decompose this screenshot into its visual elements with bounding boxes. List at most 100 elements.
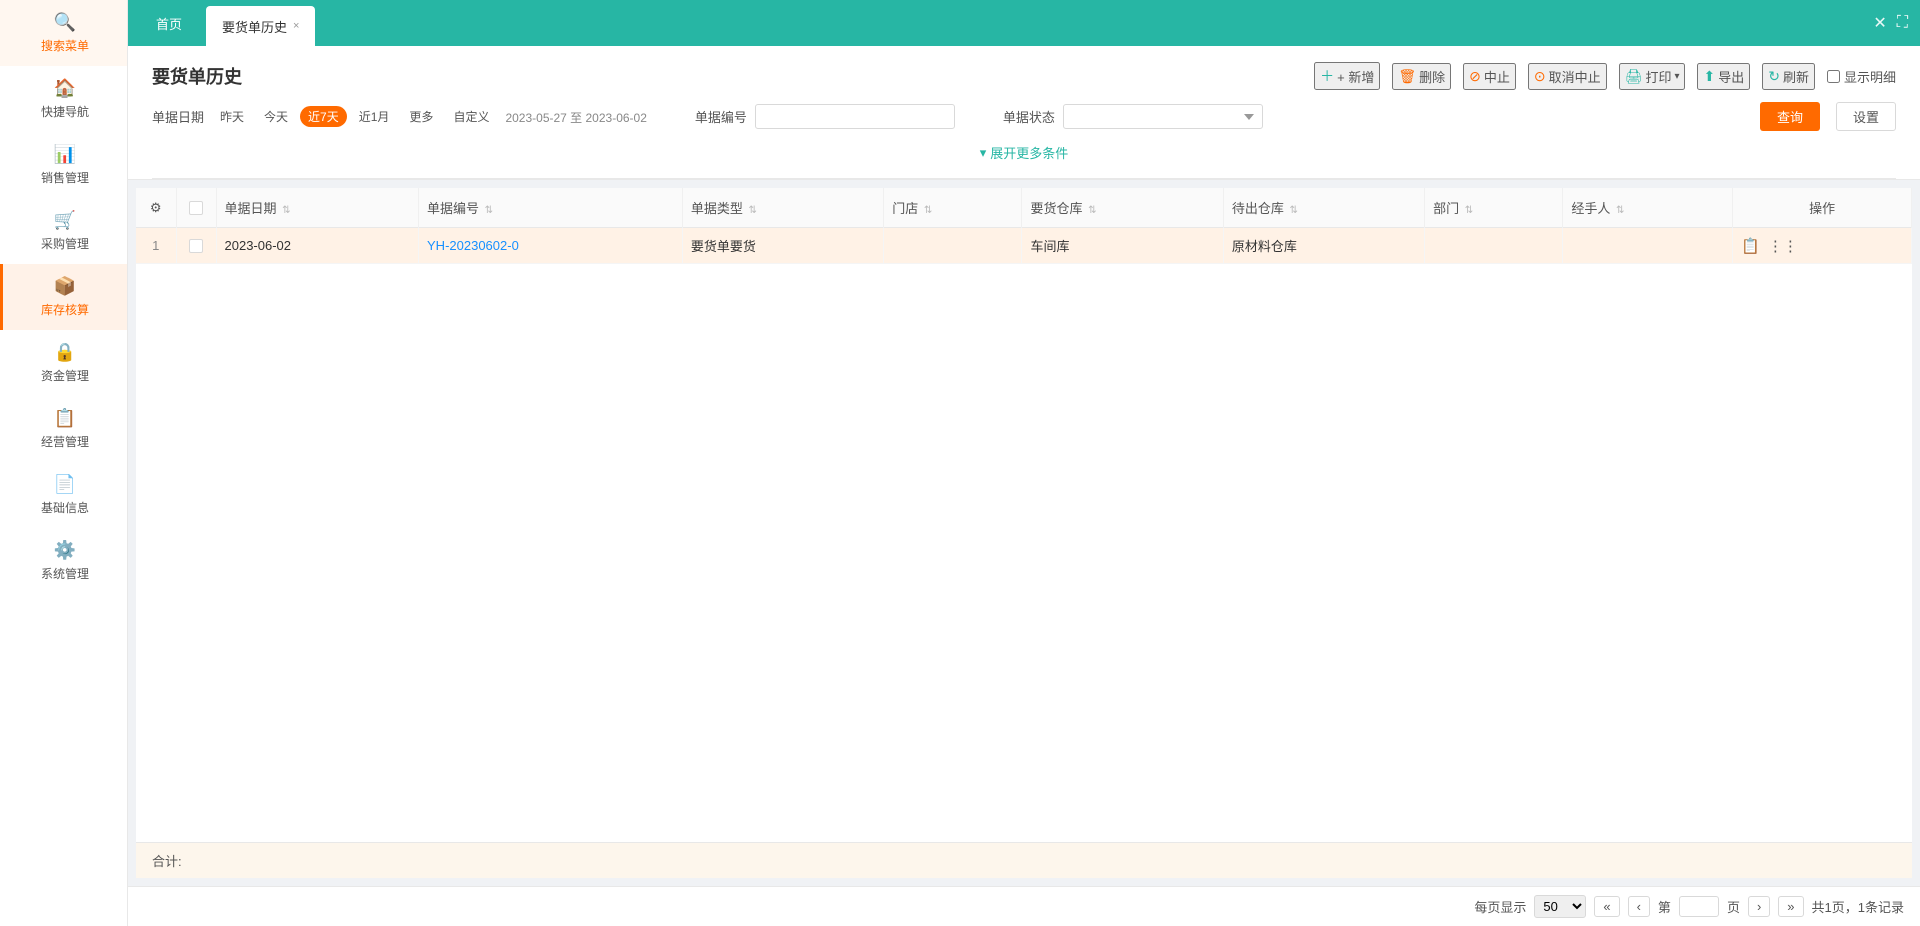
date-btn-yesterday[interactable]: 昨天 [212, 106, 252, 127]
content-area: 要货单历史 ＋ + 新增 🗑 删除 ⊘ 中止 ⊙ [128, 46, 1920, 926]
col-pending-warehouse[interactable]: 待出仓库 ⇅ [1223, 188, 1424, 228]
export-button[interactable]: ⬆ 导出 [1697, 63, 1750, 90]
sales-icon: 📊 [54, 144, 76, 165]
row-number-link[interactable]: YH-20230602-0 [427, 238, 519, 253]
handler-sort-icon: ⇅ [1616, 205, 1624, 216]
row-number[interactable]: YH-20230602-0 [419, 228, 683, 264]
col-handler[interactable]: 经手人 ⇅ [1563, 188, 1733, 228]
date-range-display: 2023-05-27 至 2023-06-02 [505, 109, 646, 126]
expand-conditions-button[interactable]: ▾ 展开更多条件 [972, 139, 1077, 166]
table-body: 1 2023-06-02 YH-20230602-0 要货单要货 车间库 原材料… [136, 228, 1912, 264]
sidebar-item-basicinfo[interactable]: 📄 基础信息 [0, 462, 127, 528]
row-view-icon[interactable]: 📋 [1741, 237, 1760, 255]
row-checkbox-cell[interactable] [176, 228, 216, 264]
first-page-button[interactable]: « [1594, 896, 1619, 917]
settings-button[interactable]: 设置 [1836, 102, 1896, 131]
display-detail-checkbox[interactable] [1827, 70, 1840, 83]
cancel-stop-button[interactable]: ⊙ 取消中止 [1528, 63, 1607, 90]
filter-row-1: 单据日期 昨天 今天 近7天 近1月 更多 自定义 2023-05-27 至 2… [152, 102, 1896, 131]
sidebar-item-purchase[interactable]: 🛒 采购管理 [0, 198, 127, 264]
page-number-input[interactable]: 1 [1679, 896, 1719, 917]
new-icon: ＋ [1320, 66, 1334, 86]
date-filter-label: 单据日期 [152, 107, 204, 126]
print-dropdown-icon[interactable]: ▾ [1674, 71, 1679, 82]
basicinfo-icon: 📄 [54, 474, 76, 495]
date-btn-more[interactable]: 更多 [401, 106, 441, 127]
order-number-input[interactable] [755, 104, 955, 129]
row-store [884, 228, 1022, 264]
delete-icon: 🗑 [1398, 68, 1416, 85]
col-req-warehouse[interactable]: 要货仓库 ⇅ [1022, 188, 1223, 228]
toolbar: ＋ + 新增 🗑 删除 ⊘ 中止 ⊙ 取消中止 [1314, 62, 1896, 90]
date-btn-custom[interactable]: 自定义 [445, 106, 497, 127]
table-container: ⚙ 单据日期 ⇅ 单据编号 ⇅ 单据类型 ⇅ [136, 188, 1912, 878]
topbar: 首页 要货单历史 × ✕ ⛶ [128, 0, 1920, 46]
req-warehouse-sort-icon: ⇅ [1088, 205, 1096, 216]
col-date[interactable]: 单据日期 ⇅ [216, 188, 419, 228]
row-handler [1563, 228, 1733, 264]
sidebar-item-finance[interactable]: 🔒 资金管理 [0, 330, 127, 396]
sidebar-item-system[interactable]: ⚙️ 系统管理 [0, 528, 127, 594]
date-btn-today[interactable]: 今天 [256, 106, 296, 127]
tab-close-icon[interactable]: × [293, 20, 299, 32]
sidebar-item-inventory[interactable]: 📦 库存核算 [0, 264, 127, 330]
col-type[interactable]: 单据类型 ⇅ [682, 188, 883, 228]
number-sort-icon: ⇅ [485, 205, 493, 216]
query-button[interactable]: 查询 [1760, 102, 1820, 131]
finance-icon: 🔒 [54, 342, 76, 363]
col-number[interactable]: 单据编号 ⇅ [419, 188, 683, 228]
row-more-icon[interactable]: ⋮⋮ [1768, 237, 1798, 255]
home-icon: 🏠 [54, 78, 76, 99]
expand-icon: ▾ [980, 145, 987, 161]
delete-button[interactable]: 🗑 删除 [1392, 63, 1451, 90]
purchase-icon: 🛒 [54, 210, 76, 231]
print-button[interactable]: 🖨 打印 ▾ [1619, 63, 1686, 90]
date-filter-group: 单据日期 昨天 今天 近7天 近1月 更多 自定义 2023-05-27 至 2… [152, 106, 647, 127]
action-icons-group: 📋 ⋮⋮ [1741, 237, 1903, 255]
main-area: 首页 要货单历史 × ✕ ⛶ 要货单历史 ＋ + 新增 🗑 [128, 0, 1920, 926]
stop-icon: ⊘ [1469, 68, 1481, 85]
expand-row: ▾ 展开更多条件 [152, 139, 1896, 166]
next-page-button[interactable]: › [1748, 896, 1770, 917]
table-footer: 合计: [136, 842, 1912, 878]
select-all-checkbox[interactable] [189, 201, 203, 215]
row-actions: 📋 ⋮⋮ [1733, 228, 1912, 264]
row-department [1425, 228, 1563, 264]
sidebar-item-sales[interactable]: 📊 销售管理 [0, 132, 127, 198]
last-page-button[interactable]: » [1778, 896, 1803, 917]
col-store[interactable]: 门店 ⇅ [884, 188, 1022, 228]
sidebar-item-operation[interactable]: 📋 经营管理 [0, 396, 127, 462]
new-button[interactable]: ＋ + 新增 [1314, 62, 1380, 90]
export-icon: ⬆ [1703, 68, 1715, 85]
refresh-button[interactable]: ↻ 刷新 [1762, 63, 1815, 90]
date-btn-last7days[interactable]: 近7天 [300, 106, 347, 127]
table-header-row: ⚙ 单据日期 ⇅ 单据编号 ⇅ 单据类型 ⇅ [136, 188, 1912, 228]
col-settings[interactable]: ⚙ [136, 188, 176, 228]
col-action: 操作 [1733, 188, 1912, 228]
data-table: ⚙ 单据日期 ⇅ 单据编号 ⇅ 单据类型 ⇅ [136, 188, 1912, 264]
per-page-select[interactable]: 50 20 100 [1534, 895, 1586, 918]
status-select[interactable] [1063, 104, 1263, 129]
window-close-icon[interactable]: ✕ [1873, 13, 1886, 33]
total-info: 共1页，1条记录 [1812, 897, 1904, 916]
prev-page-button[interactable]: ‹ [1628, 896, 1650, 917]
type-sort-icon: ⇅ [749, 205, 757, 216]
department-sort-icon: ⇅ [1465, 205, 1473, 216]
row-checkbox[interactable] [189, 239, 203, 253]
refresh-icon: ↻ [1768, 68, 1780, 85]
stop-button[interactable]: ⊘ 中止 [1463, 63, 1516, 90]
sidebar-item-quicknav[interactable]: 🏠 快捷导航 [0, 66, 127, 132]
row-req-warehouse: 车间库 [1022, 228, 1223, 264]
tab-requisition-history[interactable]: 要货单历史 × [206, 6, 315, 46]
row-index: 1 [136, 228, 176, 264]
display-detail-toggle[interactable]: 显示明细 [1827, 67, 1896, 86]
filter-area: 单据日期 昨天 今天 近7天 近1月 更多 自定义 2023-05-27 至 2… [152, 102, 1896, 179]
search-menu-icon: 🔍 [54, 12, 76, 33]
row-date: 2023-06-02 [216, 228, 419, 264]
tab-home[interactable]: 首页 [140, 0, 198, 46]
row-type: 要货单要货 [682, 228, 883, 264]
date-btn-last1month[interactable]: 近1月 [351, 106, 398, 127]
col-department[interactable]: 部门 ⇅ [1425, 188, 1563, 228]
window-maximize-icon[interactable]: ⛶ [1897, 14, 1908, 32]
sidebar-item-search[interactable]: 🔍 搜索菜单 [0, 0, 127, 66]
